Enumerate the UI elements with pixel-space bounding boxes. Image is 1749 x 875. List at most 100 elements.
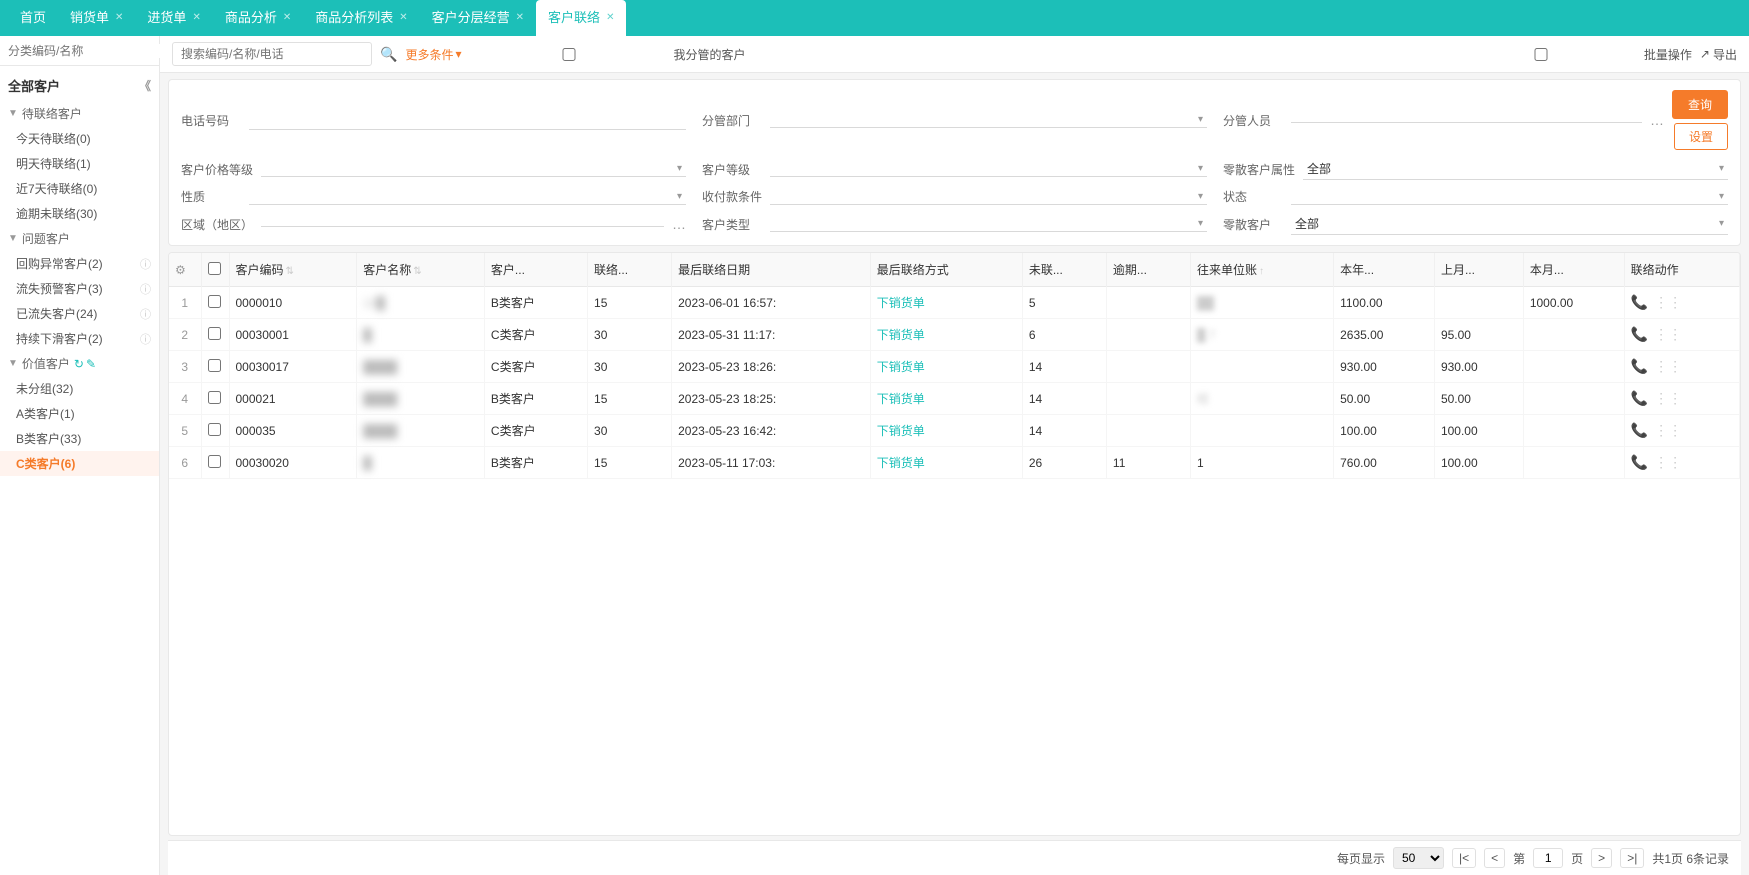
close-icon[interactable]: ✕ [399,0,407,36]
last-contact-method[interactable]: 下销货单 [870,351,1022,383]
sidebar-search-input[interactable] [8,44,163,58]
nav-customer-tier[interactable]: 客户分层经营 ✕ [420,0,536,36]
page-size-select[interactable]: 50 100 200 [1393,847,1444,869]
close-icon[interactable]: ✕ [115,0,123,36]
sidebar-item-repurchase-abnormal[interactable]: 回购异常客户(2) ⓘ [0,251,159,276]
phone-action-icon[interactable]: 📞 [1631,326,1648,343]
th-last-contact-method: 最后联络方式 [870,253,1022,287]
sidebar-item-class-c[interactable]: C类客户(6) [0,451,159,476]
my-customers-checkbox-label[interactable]: 我分管的客户 [469,46,745,63]
customer-grade-select[interactable]: ▾ [770,161,1207,177]
select-all-checkbox[interactable] [208,262,221,275]
gear-icon[interactable]: ⚙ [175,263,186,277]
sidebar-item-ungrouped[interactable]: 未分组(32) [0,376,159,401]
filter-search-icon[interactable]: 🔍 [380,46,397,63]
menu-action-icon[interactable]: ⋮⋮ [1654,422,1682,439]
menu-action-icon[interactable]: ⋮⋮ [1654,358,1682,375]
current-year-amount: 50.00 [1334,383,1435,415]
customer-type-select[interactable]: ▾ [770,216,1207,232]
next-page-button[interactable]: > [1591,848,1612,868]
sidebar-group-problem[interactable]: ▼ 问题客户 [0,226,159,251]
query-button[interactable]: 查询 [1672,90,1728,119]
more-conditions-button[interactable]: 更多条件 ▾ [405,46,461,63]
last-contact-method[interactable]: 下销货单 [870,383,1022,415]
close-icon[interactable]: ✕ [192,0,200,36]
sidebar-item-class-b[interactable]: B类客户(33) [0,426,159,451]
sidebar-group-pending[interactable]: ▼ 待联络客户 [0,101,159,126]
nav-product-analysis-list[interactable]: 商品分析列表 ✕ [303,0,419,36]
last-contact-method[interactable]: 下销货单 [870,447,1022,479]
row-checkbox-cell [201,447,229,479]
batch-op-checkbox[interactable] [1441,48,1641,61]
first-page-button[interactable]: |< [1452,848,1476,868]
sidebar-item-tomorrow[interactable]: 明天待联络(1) [0,151,159,176]
phone-action-icon[interactable]: 📞 [1631,422,1648,439]
row-checkbox[interactable] [208,423,221,436]
customer-level-select[interactable]: ▾ [261,161,686,177]
sidebar-item-today[interactable]: 今天待联络(0) [0,126,159,151]
manager-select[interactable] [1291,118,1642,123]
main-layout: 🔍 全部客户 《 ▼ 待联络客户 今天待联络(0) 明天待联络(1) 近7天待联… [0,36,1749,875]
sidebar-item-churned[interactable]: 已流失客户(24) ⓘ [0,301,159,326]
row-checkbox[interactable] [208,327,221,340]
phone-action-icon[interactable]: 📞 [1631,390,1648,407]
edit-icon[interactable]: ✎ [86,357,96,371]
row-checkbox[interactable] [208,455,221,468]
chevron-down-icon: ▼ [8,358,18,369]
row-checkbox[interactable] [208,359,221,372]
last-contact-method[interactable]: 下销货单 [870,415,1022,447]
filter-row-customer-grade: 客户等级 ▾ [702,161,1207,178]
action-cell: 📞 ⋮⋮ [1624,415,1739,447]
row-checkbox-cell [201,383,229,415]
retail-attr-select[interactable]: 全部▾ [1303,158,1728,180]
nav-product-analysis[interactable]: 商品分析 ✕ [213,0,303,36]
menu-action-icon[interactable]: ⋮⋮ [1654,390,1682,407]
sidebar-group-value[interactable]: ▼ 价值客户 ↻ ✎ [0,351,159,376]
menu-action-icon[interactable]: ⋮⋮ [1654,326,1682,343]
phone-action-icon[interactable]: 📞 [1631,358,1648,375]
last-page-button[interactable]: >| [1620,848,1644,868]
action-cell: 📞 ⋮⋮ [1624,447,1739,479]
sidebar-item-class-a[interactable]: A类客户(1) [0,401,159,426]
close-icon[interactable]: ✕ [283,0,291,36]
nav-sales-order[interactable]: 销货单 ✕ [58,0,135,36]
refresh-icon[interactable]: ↻ [74,357,84,371]
status-select[interactable]: ▾ [1291,189,1728,205]
menu-action-icon[interactable]: ⋮⋮ [1654,454,1682,471]
sidebar-item-overdue-contact[interactable]: 逾期未联络(30) [0,201,159,226]
page-number-input[interactable] [1533,848,1563,868]
my-customers-checkbox[interactable] [469,48,669,61]
nav-home[interactable]: 首页 [8,0,58,36]
dept-select[interactable]: ▾ [770,112,1207,128]
prev-page-button[interactable]: < [1484,848,1505,868]
payment-select[interactable]: ▾ [770,189,1207,205]
row-checkbox[interactable] [208,391,221,404]
retail-customer-select[interactable]: 全部▾ [1291,213,1728,235]
th-last-month: 上月... [1434,253,1523,287]
sidebar-item-7days[interactable]: 近7天待联络(0) [0,176,159,201]
sidebar-item-churn-warning[interactable]: 流失预警客户(3) ⓘ [0,276,159,301]
sidebar-item-declining[interactable]: 持续下滑客户(2) ⓘ [0,326,159,351]
sidebar-all-customers[interactable]: 全部客户 《 [0,70,159,101]
dots-icon[interactable]: … [672,216,686,232]
gender-select[interactable]: ▾ [249,189,686,205]
last-contact-method[interactable]: 下销货单 [870,319,1022,351]
batch-operation-button[interactable]: 批量操作 [1441,46,1692,63]
customer-code: 000035 [229,415,357,447]
nav-customer-contact[interactable]: 客户联络 ✕ [536,0,626,36]
settings-button[interactable]: 设置 [1674,123,1728,150]
last-month-amount: 95.00 [1434,319,1523,351]
last-contact-method[interactable]: 下销货单 [870,287,1022,319]
search-input[interactable] [172,42,372,66]
phone-action-icon[interactable]: 📞 [1631,454,1648,471]
row-checkbox[interactable] [208,295,221,308]
close-icon[interactable]: ✕ [516,0,524,36]
phone-action-icon[interactable]: 📞 [1631,294,1648,311]
dots-icon[interactable]: … [1650,112,1664,128]
menu-action-icon[interactable]: ⋮⋮ [1654,294,1682,311]
close-icon[interactable]: ✕ [606,0,614,36]
phone-input[interactable] [249,111,686,130]
export-button[interactable]: ↗ 导出 [1700,46,1737,63]
nav-purchase-order[interactable]: 进货单 ✕ [135,0,212,36]
region-select[interactable] [261,222,664,227]
